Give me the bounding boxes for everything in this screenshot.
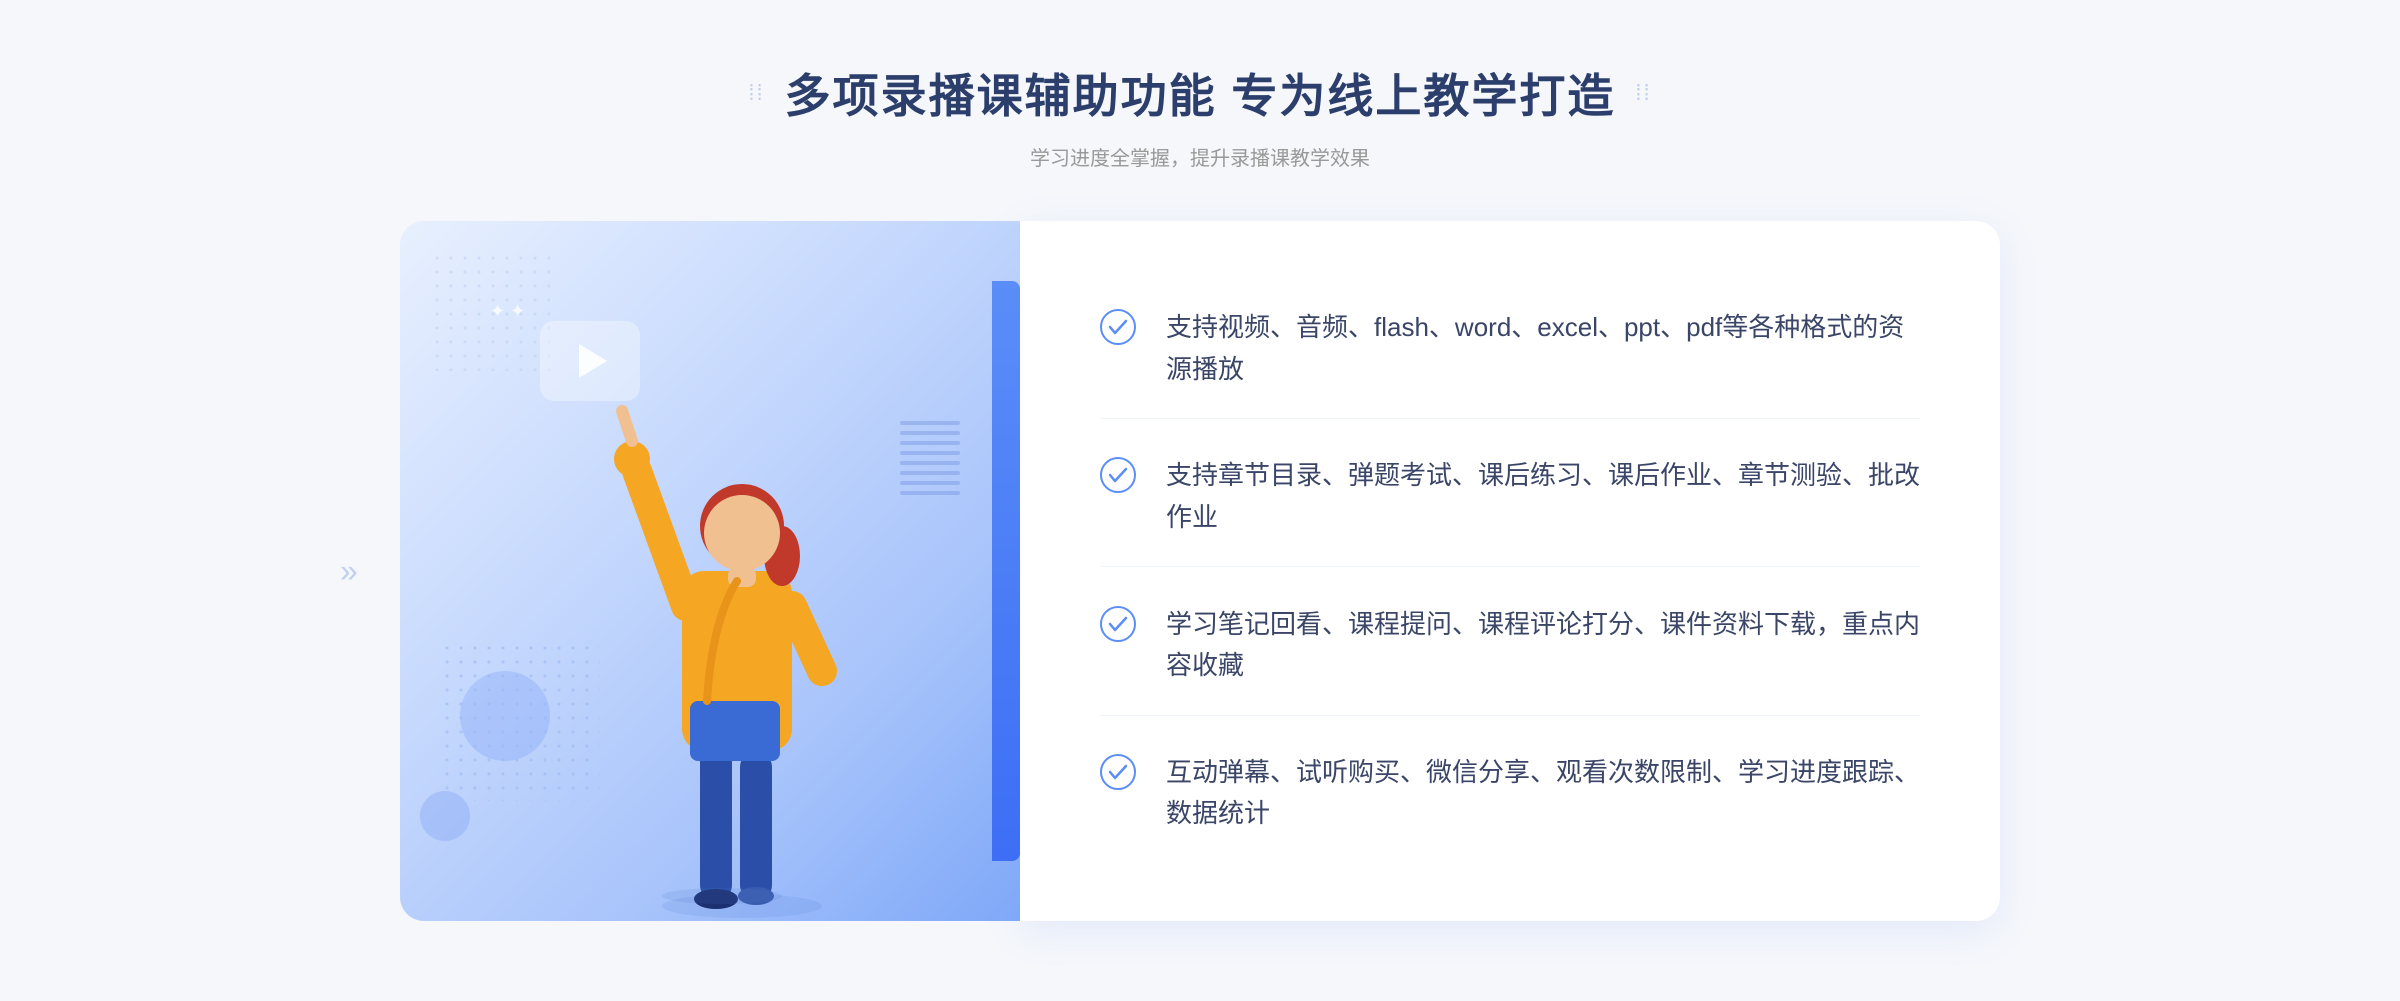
human-figure xyxy=(582,341,902,921)
main-title: 多项录播课辅助功能 专为线上教学打造 xyxy=(785,60,1616,126)
stripe-decoration xyxy=(900,421,960,541)
feature-text-4: 互动弹幕、试听购买、微信分享、观看次数限制、学习进度跟踪、数据统计 xyxy=(1166,752,1920,835)
header-section: ⁞⁞ 多项录播课辅助功能 专为线上教学打造 ⁞⁞ 学习进度全掌握，提升录播课教学… xyxy=(748,60,1651,171)
feature-text-3: 学习笔记回看、课程提问、课程评论打分、课件资料下载，重点内容收藏 xyxy=(1166,604,1920,687)
feature-item-2: 支持章节目录、弹题考试、课后练习、课后作业、章节测验、批改作业 xyxy=(1100,427,1920,567)
check-icon-1 xyxy=(1100,309,1136,345)
sparkle-icon: ✦ ✦ xyxy=(490,301,525,322)
feature-item-4: 互动弹幕、试听购买、微信分享、观看次数限制、学习进度跟踪、数据统计 xyxy=(1100,724,1920,863)
dots-left-icon: ⁞⁞ xyxy=(748,80,764,106)
subtitle: 学习进度全掌握，提升录播课教学效果 xyxy=(748,142,1651,171)
check-icon-2 xyxy=(1100,457,1136,493)
dots-pattern xyxy=(440,641,600,801)
feature-text-1: 支持视频、音频、flash、word、excel、ppt、pdf等各种格式的资源… xyxy=(1166,307,1920,390)
page-container: ⁞⁞ 多项录播课辅助功能 专为线上教学打造 ⁞⁞ 学习进度全掌握，提升录播课教学… xyxy=(0,0,2400,1001)
check-icon-3 xyxy=(1100,606,1136,642)
illustration-container: ✦ ✦ xyxy=(400,221,1020,921)
content-area: » ✦ ✦ xyxy=(400,221,2000,921)
check-icon-4 xyxy=(1100,754,1136,790)
dots-right-icon: ⁞⁞ xyxy=(1635,80,1651,106)
feature-item-1: 支持视频、音频、flash、word、excel、ppt、pdf等各种格式的资源… xyxy=(1100,279,1920,419)
blue-strip xyxy=(992,281,1020,861)
feature-item-3: 学习笔记回看、课程提问、课程评论打分、课件资料下载，重点内容收藏 xyxy=(1100,576,1920,716)
features-panel: 支持视频、音频、flash、word、excel、ppt、pdf等各种格式的资源… xyxy=(1020,221,2000,921)
feature-text-2: 支持章节目录、弹题考试、课后练习、课后作业、章节测验、批改作业 xyxy=(1166,455,1920,538)
title-row: ⁞⁞ 多项录播课辅助功能 专为线上教学打造 ⁞⁞ xyxy=(748,60,1651,126)
left-arrow-icon: » xyxy=(340,553,358,590)
